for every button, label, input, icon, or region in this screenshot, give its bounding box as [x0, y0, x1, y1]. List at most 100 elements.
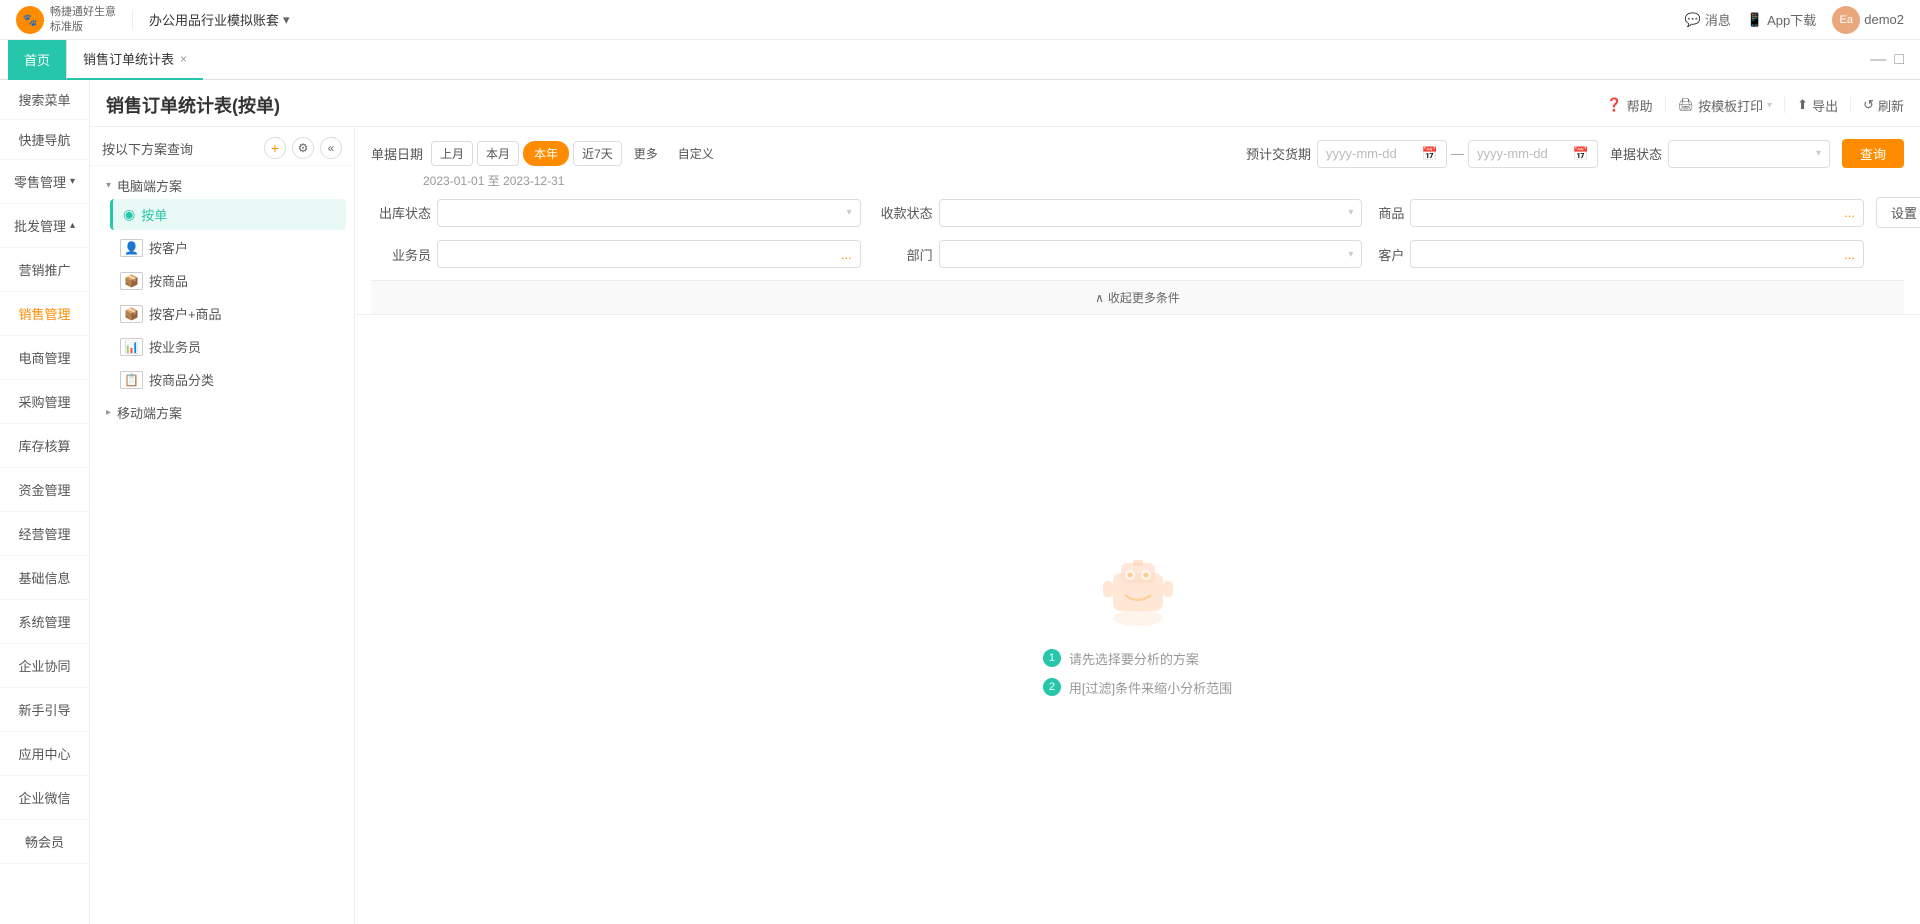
sidebar-item-wholesale[interactable]: 批发管理 ▴	[0, 204, 89, 248]
scheme-by-salesperson-label: 按业务员	[149, 337, 201, 356]
more-btn[interactable]: 更多	[626, 142, 666, 165]
period-buttons: 上月 本月 本年 近7天 更多 自定义	[431, 141, 722, 166]
sidebar-enterprise-label: 企业协同	[18, 656, 70, 675]
tip-num-1: 1	[1043, 649, 1061, 667]
tab-bar: 首页 销售订单统计表 × — □	[0, 40, 1920, 80]
refresh-button[interactable]: ↺ 刷新	[1863, 96, 1904, 115]
tab-minimize-icon[interactable]: —	[1870, 51, 1886, 69]
collapse-panel-button[interactable]: «	[320, 137, 342, 159]
sidebar-item-new-user[interactable]: 新手引导	[0, 688, 89, 732]
this-month-btn[interactable]: 本月	[477, 141, 519, 166]
settings-scheme-button[interactable]: ⚙	[292, 137, 314, 159]
sidebar-item-app-center[interactable]: 应用中心	[0, 732, 89, 776]
sidebar-item-operations[interactable]: 经营管理	[0, 512, 89, 556]
add-scheme-button[interactable]: +	[264, 137, 286, 159]
header-divider2	[1784, 97, 1785, 113]
scheme-item-by-order[interactable]: ◉ 按单	[110, 199, 346, 230]
department-select[interactable]: ▾	[939, 240, 1363, 268]
last-month-btn[interactable]: 上月	[431, 141, 473, 166]
export-button[interactable]: ⬆ 导出	[1797, 96, 1838, 115]
help-button[interactable]: ❓ 帮助	[1606, 96, 1652, 115]
payment-status-label: 收款状态	[873, 203, 933, 222]
logo-text: 畅捷通好生意 标准版	[50, 5, 116, 34]
collapse-up-icon: ∧	[1095, 291, 1104, 305]
mobile-scheme-header: ▸ 移动端方案	[98, 399, 346, 426]
print-icon: 🖨	[1678, 97, 1695, 113]
scheme-item-by-salesperson[interactable]: 📊 按业务员	[110, 331, 346, 362]
add-icon: +	[271, 140, 279, 156]
calendar-icon-start: 📅	[1422, 146, 1438, 162]
sidebar-item-retail[interactable]: 零售管理 ▾	[0, 160, 89, 204]
user-name: demo2	[1864, 12, 1904, 27]
sidebar-item-inventory[interactable]: 库存核算	[0, 424, 89, 468]
export-icon: ⬆	[1797, 97, 1808, 113]
sidebar-item-wechat[interactable]: 企业微信	[0, 776, 89, 820]
last7days-btn[interactable]: 近7天	[573, 141, 622, 166]
delivery-status-select[interactable]: ▾	[437, 199, 861, 227]
sidebar-item-ecommerce[interactable]: 电商管理	[0, 336, 89, 380]
logo-area: 🐾 畅捷通好生意 标准版	[16, 5, 116, 34]
template-print-label: 按模板打印	[1698, 96, 1763, 115]
sidebar-search-label: 搜索菜单	[18, 93, 70, 108]
scheme-by-cp-label: 按客户+商品	[149, 304, 222, 323]
empty-state: 1 请先选择要分析的方案 2 用[过滤]条件来缩小分析范围	[355, 315, 1920, 924]
product-input[interactable]: ...	[1410, 199, 1864, 227]
payment-status-select[interactable]: ▾	[939, 199, 1363, 227]
custom-btn[interactable]: 自定义	[670, 142, 722, 165]
this-year-btn[interactable]: 本年	[523, 141, 569, 166]
sidebar-app-center-label: 应用中心	[18, 744, 70, 763]
template-print-arrow: ▾	[1767, 100, 1772, 111]
empty-tip-1: 1 请先选择要分析的方案	[1043, 649, 1232, 668]
sidebar-sales-label: 销售管理	[18, 304, 70, 323]
pc-scheme-label: 电脑端方案	[117, 176, 182, 195]
sidebar-item-marketing[interactable]: 营销推广	[0, 248, 89, 292]
scheme-item-by-product[interactable]: 📦 按商品	[110, 265, 346, 296]
collapse-conditions-btn[interactable]: ∧ 收起更多条件	[371, 280, 1904, 314]
scheme-item-by-category[interactable]: 📋 按商品分类	[110, 364, 346, 395]
empty-tip-2: 2 用[过滤]条件来缩小分析范围	[1043, 678, 1232, 697]
department-arrow: ▾	[1348, 249, 1353, 260]
sidebar-item-membership[interactable]: 畅会员	[0, 820, 89, 864]
sidebar-new-user-label: 新手引导	[18, 700, 70, 719]
sidebar-item-enterprise[interactable]: 企业协同	[0, 644, 89, 688]
help-icon: ❓	[1606, 97, 1622, 113]
app-selector[interactable]: 办公用品行业模拟账套 ▾	[149, 10, 290, 29]
setup-button[interactable]: 设置	[1876, 197, 1920, 228]
top-bar-right: 💬 消息 📱 App下载 Ea demo2	[1685, 6, 1904, 34]
expected-date-start[interactable]: yyyy-mm-dd 📅	[1317, 140, 1447, 168]
expected-date-range: yyyy-mm-dd 📅 — yyyy-mm-dd 📅	[1317, 140, 1598, 168]
sidebar-item-search[interactable]: 搜索菜单	[0, 80, 89, 120]
export-label: 导出	[1812, 96, 1838, 115]
left-panel-header: 按以下方案查询 + ⚙ «	[90, 127, 354, 166]
sidebar-operations-label: 经营管理	[18, 524, 70, 543]
scheme-by-order-icon: ◉	[123, 206, 135, 223]
salesperson-input[interactable]: ...	[437, 240, 861, 268]
user-info[interactable]: Ea demo2	[1832, 6, 1904, 34]
sidebar-item-system[interactable]: 系统管理	[0, 600, 89, 644]
salesperson-label: 业务员	[371, 245, 431, 264]
template-print-button[interactable]: 🖨 按模板打印 ▾	[1678, 96, 1773, 115]
customer-input[interactable]: ...	[1410, 240, 1864, 268]
scheme-item-by-customer-product[interactable]: 📦 按客户+商品	[110, 298, 346, 329]
tab-close-icon[interactable]: ×	[180, 52, 187, 66]
doc-status-select[interactable]: ▾	[1668, 140, 1830, 168]
department-group: 部门 ▾	[873, 240, 1363, 268]
expected-date-end[interactable]: yyyy-mm-dd 📅	[1468, 140, 1598, 168]
sidebar-item-sales[interactable]: 销售管理	[0, 292, 89, 336]
expected-date-group: 预计交货期 yyyy-mm-dd 📅 — yyyy-mm-dd 📅	[1246, 139, 1598, 168]
filter-action-buttons: 查询	[1842, 139, 1904, 168]
sidebar-item-purchase[interactable]: 采购管理	[0, 380, 89, 424]
scheme-by-product-icon: 📦	[120, 272, 143, 290]
query-button[interactable]: 查询	[1842, 139, 1904, 168]
tab-sales-order[interactable]: 销售订单统计表 ×	[66, 40, 203, 80]
sidebar-item-quick-nav[interactable]: 快捷导航	[0, 120, 89, 160]
app-download-icon: 📱	[1747, 12, 1763, 28]
sidebar-item-basic[interactable]: 基础信息	[0, 556, 89, 600]
tab-maximize-icon[interactable]: □	[1894, 51, 1904, 69]
scheme-item-by-customer[interactable]: 👤 按客户	[110, 232, 346, 263]
message-button[interactable]: 💬 消息	[1685, 10, 1731, 29]
sidebar-item-finance[interactable]: 资金管理	[0, 468, 89, 512]
app-download-button[interactable]: 📱 App下载	[1747, 10, 1816, 29]
sidebar-wholesale-label: 批发管理	[14, 216, 66, 235]
tab-home[interactable]: 首页	[8, 40, 66, 80]
